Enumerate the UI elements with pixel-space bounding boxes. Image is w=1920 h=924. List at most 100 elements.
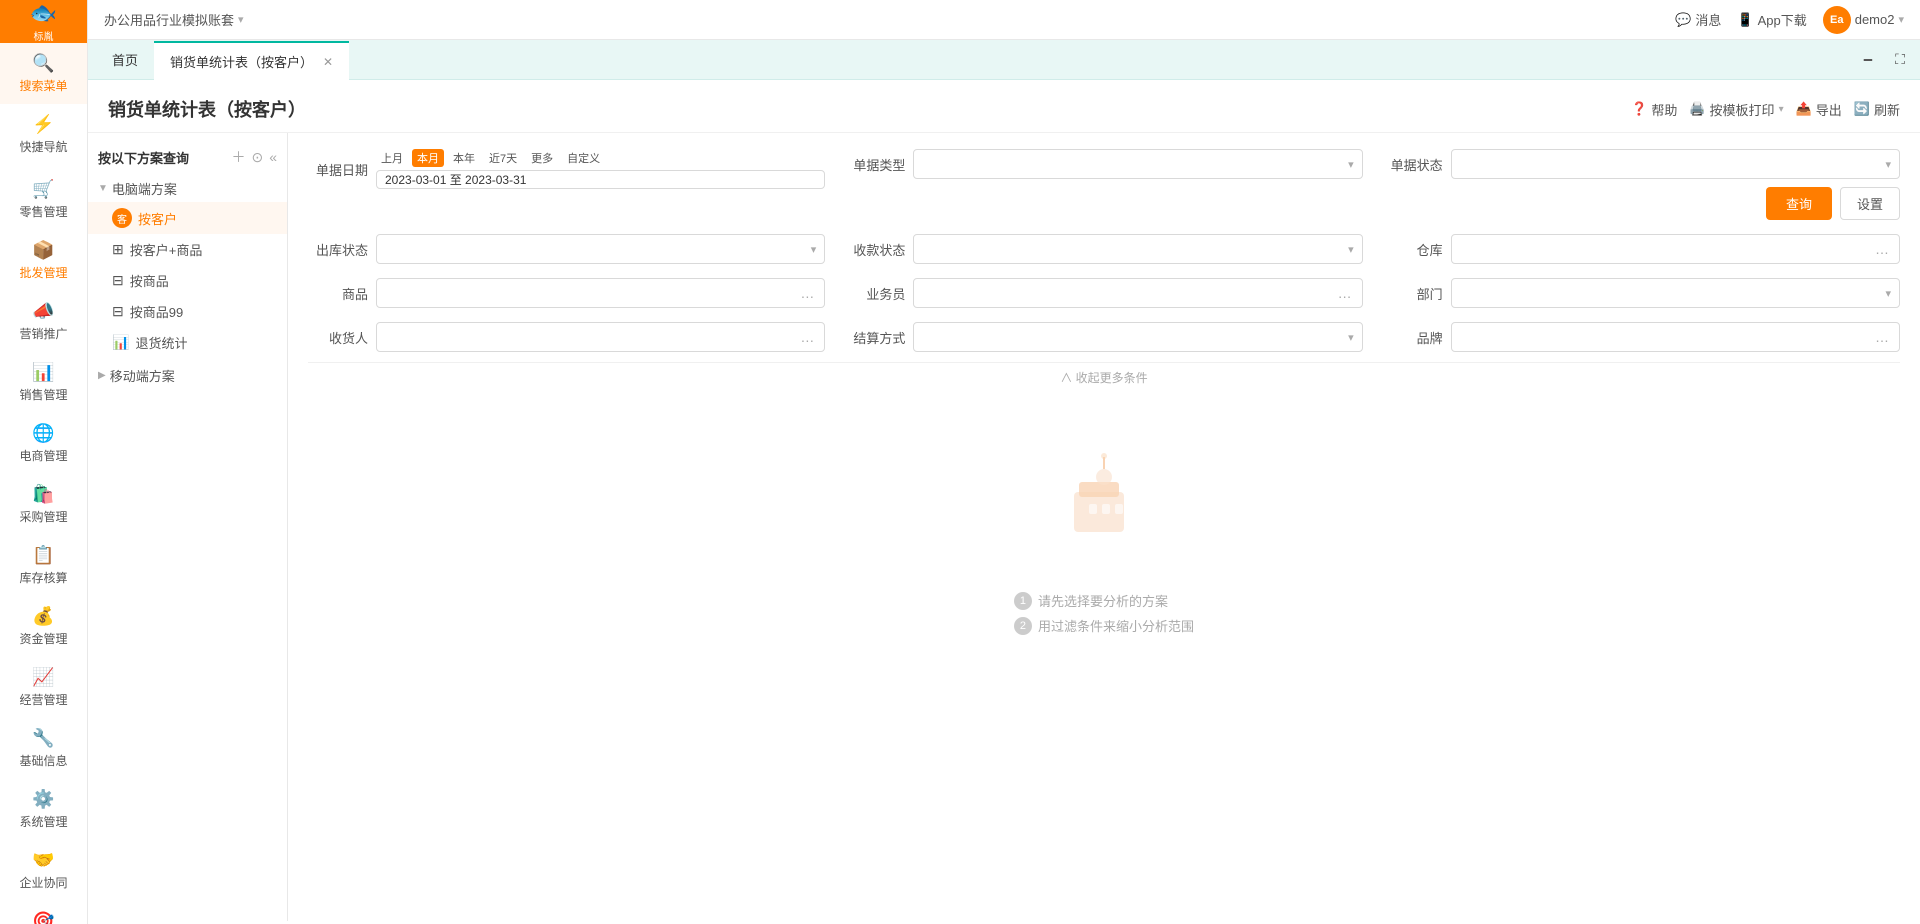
wholesale-icon: 📦 — [32, 240, 54, 261]
export-btn[interactable]: 📤 导出 — [1796, 100, 1842, 119]
tab-home-label: 首页 — [112, 50, 138, 69]
arrow-down-icon: ▼ — [98, 183, 108, 194]
print-icon: 🖨️ — [1689, 101, 1705, 117]
print-label: 按模板打印 — [1710, 100, 1775, 119]
sidebar-item-sales[interactable]: 📊 销售管理 — [0, 352, 88, 413]
date-range-input[interactable]: 2023-03-01 至 2023-03-31 — [376, 170, 825, 189]
refresh-btn[interactable]: 🔄 刷新 — [1854, 100, 1900, 119]
tree-item-by-customer-product[interactable]: ⊞ 按客户+商品 — [88, 234, 287, 265]
add-scheme-btn[interactable]: ＋ — [231, 147, 245, 167]
template-print-btn[interactable]: 🖨️ 按模板打印 ▾ — [1689, 100, 1783, 119]
out-status-select[interactable]: ▾ — [376, 234, 825, 264]
hint-num-2: 2 — [1014, 617, 1032, 635]
tab-maximize-btn[interactable]: ⛶ — [1888, 48, 1912, 72]
sidebar-item-basic[interactable]: 🔧 基础信息 — [0, 718, 88, 779]
search-icon: 🔍 — [32, 53, 54, 74]
help-label: 帮助 — [1651, 100, 1677, 119]
settle-method-select[interactable]: ▾ — [913, 322, 1362, 352]
user-menu[interactable]: Ea demo2 ▾ — [1823, 6, 1904, 34]
sidebar-item-marketing[interactable]: 📣 营销推广 — [0, 291, 88, 352]
sidebar-item-label: 批发管理 — [19, 264, 67, 281]
salesperson-group: 业务员 … — [845, 278, 1362, 308]
page-content: 销货单统计表（按客户） ❓ 帮助 🖨️ 按模板打印 ▾ 📤 导出 🔄 刷新 — [88, 80, 1920, 924]
sidebar-item-label: 销售管理 — [19, 386, 67, 403]
warehouse-select[interactable]: … — [1451, 234, 1900, 264]
print-dropdown-icon: ▾ — [1779, 104, 1784, 115]
sidebar-item-label: 资金管理 — [19, 630, 67, 647]
date-btn-this-month[interactable]: 本月 — [412, 149, 444, 167]
page-header: 销货单统计表（按客户） ❓ 帮助 🖨️ 按模板打印 ▾ 📤 导出 🔄 刷新 — [88, 80, 1920, 133]
tree-item-label: 退货统计 — [135, 333, 187, 352]
empty-illustration — [1054, 452, 1154, 571]
tree-item-by-product[interactable]: ⊟ 按商品 — [88, 265, 287, 296]
query-button[interactable]: 查询 — [1766, 187, 1832, 220]
sidebar-item-system[interactable]: ⚙️ 系统管理 — [0, 779, 88, 840]
settle-method-row: 结算方式 ▾ — [845, 322, 1362, 352]
sidebar-item-search[interactable]: 🔍 搜索菜单 — [0, 43, 88, 104]
return-stat-icon: 📊 — [112, 334, 129, 351]
export-label: 导出 — [1816, 100, 1842, 119]
brand-label: 品牌 — [1383, 328, 1443, 347]
setting-button[interactable]: 设置 — [1840, 187, 1900, 220]
order-type-group: 单据类型 ▾ — [845, 149, 1362, 179]
sidebar-item-retail[interactable]: 🛒 零售管理 — [0, 169, 88, 230]
tab-close-icon[interactable]: ✕ — [323, 55, 333, 69]
date-btn-7days[interactable]: 近7天 — [484, 149, 522, 167]
date-btn-more[interactable]: 更多 — [526, 149, 558, 167]
app-logo[interactable]: 🐟 标胤 — [0, 0, 88, 43]
out-status-label: 出库状态 — [308, 240, 368, 259]
help-btn[interactable]: ❓ 帮助 — [1631, 100, 1677, 119]
collect-status-select[interactable]: ▾ — [913, 234, 1362, 264]
sidebar-item-ecommerce[interactable]: 🌐 电商管理 — [0, 413, 88, 474]
warehouse-row: 仓库 … — [1383, 234, 1900, 264]
settle-method-label: 结算方式 — [845, 328, 905, 347]
operation-icon: 📈 — [32, 667, 54, 688]
product-selector[interactable]: 办公用品行业模拟账套 ▾ — [104, 10, 244, 29]
filter-row-4: 收货人 … 结算方式 ▾ — [308, 322, 1900, 352]
sidebar-item-finance[interactable]: 💰 资金管理 — [0, 596, 88, 657]
sidebar-item-newbie[interactable]: 🎯 新手引导 — [0, 901, 88, 924]
content-body: 按以下方案查询 ＋ ⊙ « ▼ 电脑端方案 客 按客户 — [88, 133, 1920, 921]
tree-item-by-customer[interactable]: 客 按客户 — [88, 202, 287, 234]
sidebar-item-inventory[interactable]: 📋 库存核算 — [0, 535, 88, 596]
sidebar-item-cooperation[interactable]: 🤝 企业协同 — [0, 840, 88, 901]
sidebar-item-purchase[interactable]: 🛍️ 采购管理 — [0, 474, 88, 535]
out-status-group: 出库状态 ▾ — [308, 234, 825, 264]
tab-sales-stat[interactable]: 销货单统计表（按客户） ✕ — [154, 41, 349, 81]
sidebar-item-quick-nav[interactable]: ⚡ 快捷导航 — [0, 104, 88, 165]
date-btn-this-year[interactable]: 本年 — [448, 149, 480, 167]
tree-item-by-product-99[interactable]: ⊟ 按商品99 — [88, 296, 287, 327]
date-btn-custom[interactable]: 自定义 — [562, 149, 605, 167]
sidebar-item-operation[interactable]: 📈 经营管理 — [0, 657, 88, 718]
dots-icon: … — [800, 285, 816, 301]
message-btn[interactable]: 💬 消息 — [1675, 10, 1721, 29]
order-status-select[interactable]: ▾ — [1451, 149, 1900, 179]
receiver-select[interactable]: … — [376, 322, 825, 352]
collapse-panel-btn[interactable]: « — [269, 149, 277, 165]
tree-group-mobile-header[interactable]: ▶ 移动端方案 — [88, 362, 287, 389]
topbar-right: 💬 消息 📱 App下载 Ea demo2 ▾ — [1675, 6, 1904, 34]
tab-home[interactable]: 首页 — [96, 40, 154, 80]
tree-group-desktop: ▼ 电脑端方案 客 按客户 ⊞ 按客户+商品 ⊟ 按商品 — [88, 175, 287, 358]
sidebar-item-label: 电商管理 — [19, 447, 67, 464]
brand-select[interactable]: … — [1451, 322, 1900, 352]
date-label: 单据日期 — [308, 160, 368, 179]
edit-scheme-btn[interactable]: ⊙ — [251, 149, 263, 166]
date-btn-last-month[interactable]: 上月 — [376, 149, 408, 167]
tree-item-return-stat[interactable]: 📊 退货统计 — [88, 327, 287, 358]
app-download-btn[interactable]: 📱 App下载 — [1737, 10, 1806, 29]
order-status-row: 单据状态 ▾ — [1383, 149, 1900, 179]
order-status-label: 单据状态 — [1383, 155, 1443, 174]
by-customer-product-icon: ⊞ — [112, 241, 124, 258]
order-type-select[interactable]: ▾ — [913, 149, 1362, 179]
empty-hint-1: 1 请先选择要分析的方案 — [1014, 591, 1194, 610]
product-select[interactable]: … — [376, 278, 825, 308]
sidebar-item-wholesale[interactable]: 📦 批发管理 — [0, 230, 88, 291]
tree-group-desktop-header[interactable]: ▼ 电脑端方案 — [88, 175, 287, 202]
salesperson-select[interactable]: … — [913, 278, 1362, 308]
dept-select[interactable]: ▾ — [1451, 278, 1900, 308]
panel-actions: ＋ ⊙ « — [231, 147, 277, 167]
action-buttons: 查询 设置 — [1766, 187, 1900, 220]
collapse-bar[interactable]: ∧ 收起更多条件 — [308, 362, 1900, 392]
tab-minimize-btn[interactable]: 🗕 — [1856, 48, 1880, 72]
